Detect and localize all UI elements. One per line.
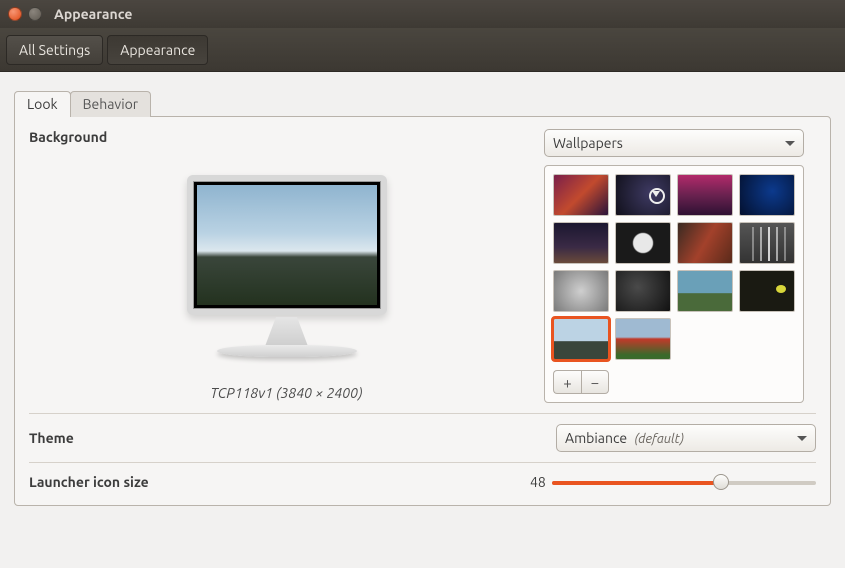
tab-behavior[interactable]: Behavior	[70, 91, 152, 117]
launcher-icon-size-value: 48	[530, 474, 546, 490]
tab-look[interactable]: Look	[14, 91, 71, 117]
slider-thumb[interactable]	[713, 474, 729, 490]
wallpaper-source-dropdown[interactable]: Wallpapers	[544, 129, 804, 157]
window-close-button[interactable]	[8, 7, 22, 21]
slider-fill	[552, 481, 721, 485]
chevron-down-icon	[797, 436, 807, 441]
chevron-down-icon	[785, 141, 795, 146]
launcher-icon-size-slider[interactable]	[552, 473, 816, 491]
theme-row: Theme Ambiance (default)	[29, 424, 816, 452]
wallpaper-tools: + −	[553, 370, 795, 394]
wallpaper-thumb[interactable]	[739, 174, 795, 216]
wallpaper-thumb[interactable]	[615, 318, 671, 360]
wallpaper-thumb[interactable]	[677, 270, 733, 312]
wallpaper-thumb[interactable]	[553, 270, 609, 312]
launcher-icon-size-row: Launcher icon size 48	[29, 473, 816, 491]
path-toolbar: All Settings Appearance	[0, 28, 845, 72]
background-section: Background TCP118v1 (3840 × 2400) Wallpa…	[29, 129, 816, 403]
wallpaper-thumb[interactable]	[739, 222, 795, 264]
appearance-crumb-button[interactable]: Appearance	[107, 35, 208, 65]
wallpaper-thumb[interactable]	[553, 174, 609, 216]
content-area: Look Behavior Background TCP118v1 (3840 …	[0, 72, 845, 516]
theme-default-suffix: (default)	[634, 432, 684, 446]
wallpaper-caption: TCP118v1 (3840 × 2400)	[210, 385, 362, 401]
tab-row: Look Behavior	[14, 88, 831, 116]
divider	[29, 462, 816, 463]
wallpaper-thumb[interactable]	[615, 174, 671, 216]
wallpaper-picker: + −	[544, 165, 804, 403]
look-panel: Background TCP118v1 (3840 × 2400) Wallpa…	[14, 116, 831, 506]
launcher-icon-size-label: Launcher icon size	[29, 474, 530, 490]
remove-wallpaper-button[interactable]: −	[581, 370, 609, 394]
divider	[29, 413, 816, 414]
window-minimize-button[interactable]	[28, 7, 42, 21]
wallpaper-thumb[interactable]	[677, 174, 733, 216]
background-label: Background	[29, 129, 107, 145]
theme-value: Ambiance	[565, 430, 627, 446]
wallpaper-grid	[553, 174, 795, 360]
wallpaper-thumb-selected[interactable]	[553, 318, 609, 360]
wallpaper-thumb[interactable]	[615, 222, 671, 264]
theme-dropdown[interactable]: Ambiance (default)	[556, 424, 816, 452]
add-wallpaper-button[interactable]: +	[553, 370, 581, 394]
wallpaper-source-value: Wallpapers	[553, 135, 623, 151]
all-settings-button[interactable]: All Settings	[6, 35, 103, 65]
wallpaper-thumb[interactable]	[615, 270, 671, 312]
wallpaper-preview-monitor	[187, 175, 387, 357]
theme-label: Theme	[29, 430, 556, 446]
window-titlebar: Appearance	[0, 0, 845, 28]
wallpaper-thumb[interactable]	[739, 270, 795, 312]
wallpaper-thumb[interactable]	[677, 222, 733, 264]
wallpaper-thumb[interactable]	[553, 222, 609, 264]
window-title: Appearance	[54, 6, 132, 22]
